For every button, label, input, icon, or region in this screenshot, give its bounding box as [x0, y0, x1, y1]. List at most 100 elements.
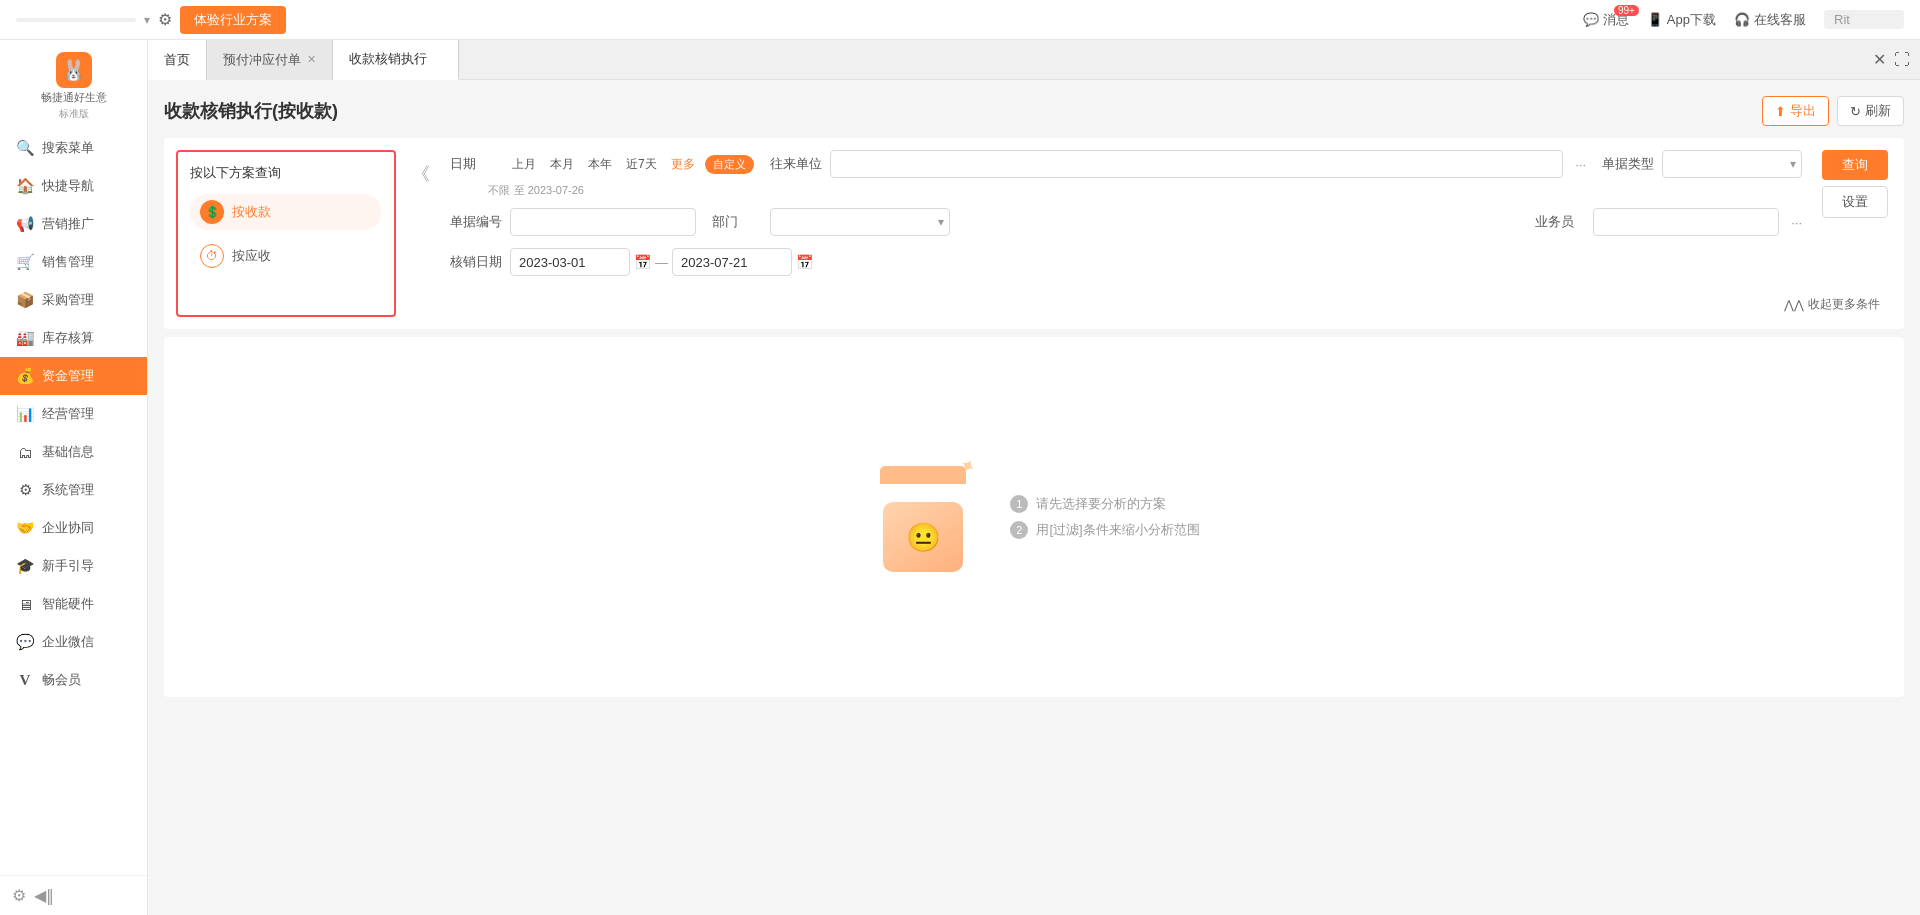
sidebar-item-operation[interactable]: 📊 经营管理 — [0, 395, 147, 433]
sidebar-item-label: 企业协同 — [42, 519, 94, 537]
sidebar-item-member[interactable]: V 畅会员 — [0, 661, 147, 699]
empty-illustration: 😐 ✦ — [868, 462, 978, 572]
sidebar-item-basicinfo[interactable]: 🗂 基础信息 — [0, 433, 147, 471]
query-button[interactable]: 查询 — [1822, 150, 1888, 180]
export-icon: ⬆ — [1775, 104, 1786, 119]
sidebar-item-label: 营销推广 — [42, 215, 94, 233]
sidebar-collapse-icon[interactable]: ◀‖ — [34, 886, 54, 905]
sales-icon: 🛒 — [16, 253, 34, 271]
calendar-start-icon[interactable]: 📅 — [634, 254, 651, 270]
content-area: 首页 预付冲应付单 ✕ 收款核销执行 ✕ ✕ ⛶ 收款核销执行(按收款) ⬆ — [148, 40, 1920, 915]
online-service-label: 在线客服 — [1754, 11, 1806, 29]
system-icon: ⚙ — [16, 481, 34, 499]
top-bar-dropdown-arrow[interactable]: ▾ — [144, 13, 150, 27]
filter-writeoffdate-item: 核销日期 📅 — 📅 — [450, 248, 813, 276]
sidebar-item-label: 搜索菜单 — [42, 139, 94, 157]
basicinfo-icon: 🗂 — [16, 443, 34, 461]
date-btn-this-year[interactable]: 本年 — [584, 154, 616, 175]
wechat-icon: 💬 — [16, 633, 34, 651]
sidebar-item-wechat[interactable]: 💬 企业微信 — [0, 623, 147, 661]
tab-home-label: 首页 — [164, 51, 190, 69]
voucherno-input[interactable] — [510, 208, 696, 236]
main-layout: 🐰 畅捷通好生意 标准版 🔍 搜索菜单 🏠 快捷导航 📢 营销推广 🛒 销售管理 — [0, 40, 1920, 915]
tab-collection[interactable]: 收款核销执行 ✕ — [333, 40, 459, 80]
empty-state: 😐 ✦ 1 请先选择要分析的方案 2 用 — [868, 462, 1199, 572]
sidebar-item-label: 采购管理 — [42, 291, 94, 309]
tab-bar-actions: ✕ ⛶ — [1863, 50, 1920, 69]
date-btn-more[interactable]: 更多 — [667, 154, 699, 175]
staff-more-icon[interactable]: ··· — [1791, 215, 1802, 230]
sidebar-item-label: 新手引导 — [42, 557, 94, 575]
member-icon: V — [16, 671, 34, 689]
sidebar-item-label: 资金管理 — [42, 367, 94, 385]
app-download-item[interactable]: 📱 App下载 — [1647, 11, 1716, 29]
refresh-button[interactable]: ↻ 刷新 — [1837, 96, 1904, 126]
sidebar-item-label: 畅会员 — [42, 671, 81, 689]
vouchertype-select-wrapper: ▾ — [1662, 150, 1802, 178]
sidebar-item-guide[interactable]: 🎓 新手引导 — [0, 547, 147, 585]
staff-label: 业务员 — [1535, 213, 1585, 231]
dept-select[interactable] — [770, 208, 950, 236]
vouchertype-select[interactable] — [1662, 150, 1802, 178]
sidebar-item-enterprise[interactable]: 🤝 企业协同 — [0, 509, 147, 547]
collapse-more-button[interactable]: ⋀⋀ 收起更多条件 — [1776, 292, 1888, 317]
query-panel-collapse-button[interactable]: 《 — [408, 154, 434, 194]
collapse-more-label: 收起更多条件 — [1808, 296, 1880, 313]
tab-prepay[interactable]: 预付冲应付单 ✕ — [207, 40, 333, 80]
export-button[interactable]: ⬆ 导出 — [1762, 96, 1829, 126]
operation-icon: 📊 — [16, 405, 34, 423]
calendar-end-icon[interactable]: 📅 — [796, 254, 813, 270]
query-left-panel: 按以下方案查询 💲 按收款 ⏱ 按应收 — [176, 150, 396, 317]
date-btn-custom[interactable]: 自定义 — [705, 155, 754, 174]
filter-date-item: 日期 上月 本月 本年 近7天 更多 自定义 — [450, 154, 754, 175]
sidebar-item-marketing[interactable]: 📢 营销推广 — [0, 205, 147, 243]
guide-icon: 🎓 — [16, 557, 34, 575]
page-title: 收款核销执行(按收款) — [164, 99, 338, 123]
query-item-by-receipt[interactable]: 💲 按收款 — [190, 194, 382, 230]
sidebar-item-quicknav[interactable]: 🏠 快捷导航 — [0, 167, 147, 205]
settings-button[interactable]: 设置 — [1822, 186, 1888, 218]
sidebar-item-search[interactable]: 🔍 搜索菜单 — [0, 129, 147, 167]
counterpart-more-icon[interactable]: ··· — [1575, 157, 1586, 172]
tab-prepay-close[interactable]: ✕ — [307, 53, 316, 66]
user-display[interactable]: Rit — [1824, 10, 1904, 29]
marketing-icon: 📢 — [16, 215, 34, 233]
online-service-item[interactable]: 🎧 在线客服 — [1734, 11, 1806, 29]
empty-box-face: 😐 — [906, 521, 941, 554]
tab-collection-label: 收款核销执行 — [349, 50, 427, 68]
writeoffdate-end-input[interactable] — [672, 248, 792, 276]
sidebar-item-purchase[interactable]: 📦 采购管理 — [0, 281, 147, 319]
writeoffdate-start-input[interactable] — [510, 248, 630, 276]
date-btn-last-month[interactable]: 上月 — [508, 154, 540, 175]
solution-button[interactable]: 体验行业方案 — [180, 6, 286, 34]
top-bar: ▾ ⚙ 体验行业方案 💬 消息 99+ 📱 App下载 🎧 在线客服 Rit — [0, 0, 1920, 40]
tab-home[interactable]: 首页 — [148, 40, 207, 80]
date-label: 日期 — [450, 155, 500, 173]
query-item-by-receivable[interactable]: ⏱ 按应收 — [190, 238, 382, 274]
filter-counterpart-item: 往来单位 ··· — [770, 150, 1586, 178]
app-download-label: App下载 — [1667, 11, 1716, 29]
top-bar-gear-icon[interactable]: ⚙ — [158, 10, 172, 29]
top-bar-left: ▾ ⚙ 体验行业方案 — [16, 6, 1573, 34]
date-btn-7days[interactable]: 近7天 — [622, 154, 661, 175]
staff-input[interactable] — [1593, 208, 1779, 236]
dept-select-wrapper: ▾ — [770, 208, 950, 236]
sidebar-item-finance[interactable]: 💰 资金管理 — [0, 357, 147, 395]
tab-expand-button[interactable]: ⛶ — [1894, 51, 1910, 69]
filter-dept-item: 部门 ▾ — [712, 208, 1519, 236]
finance-icon: 💰 — [16, 367, 34, 385]
tab-close-all-button[interactable]: ✕ — [1873, 50, 1886, 69]
sidebar-item-inventory[interactable]: 🏭 库存核算 — [0, 319, 147, 357]
sidebar-nav: 🔍 搜索菜单 🏠 快捷导航 📢 营销推广 🛒 销售管理 📦 采购管理 🏭 — [0, 129, 147, 875]
sidebar-item-sales[interactable]: 🛒 销售管理 — [0, 243, 147, 281]
counterpart-input[interactable] — [830, 150, 1563, 178]
sidebar-item-label: 智能硬件 — [42, 595, 94, 613]
sidebar-item-hardware[interactable]: 🖥 智能硬件 — [0, 585, 147, 623]
message-item[interactable]: 💬 消息 99+ — [1583, 11, 1629, 29]
sidebar-settings-icon[interactable]: ⚙ — [12, 886, 26, 905]
empty-box-body: 😐 — [883, 502, 963, 572]
home-icon: 🏠 — [16, 177, 34, 195]
tab-collection-close[interactable]: ✕ — [433, 52, 442, 65]
date-btn-this-month[interactable]: 本月 — [546, 154, 578, 175]
sidebar-item-system[interactable]: ⚙ 系统管理 — [0, 471, 147, 509]
